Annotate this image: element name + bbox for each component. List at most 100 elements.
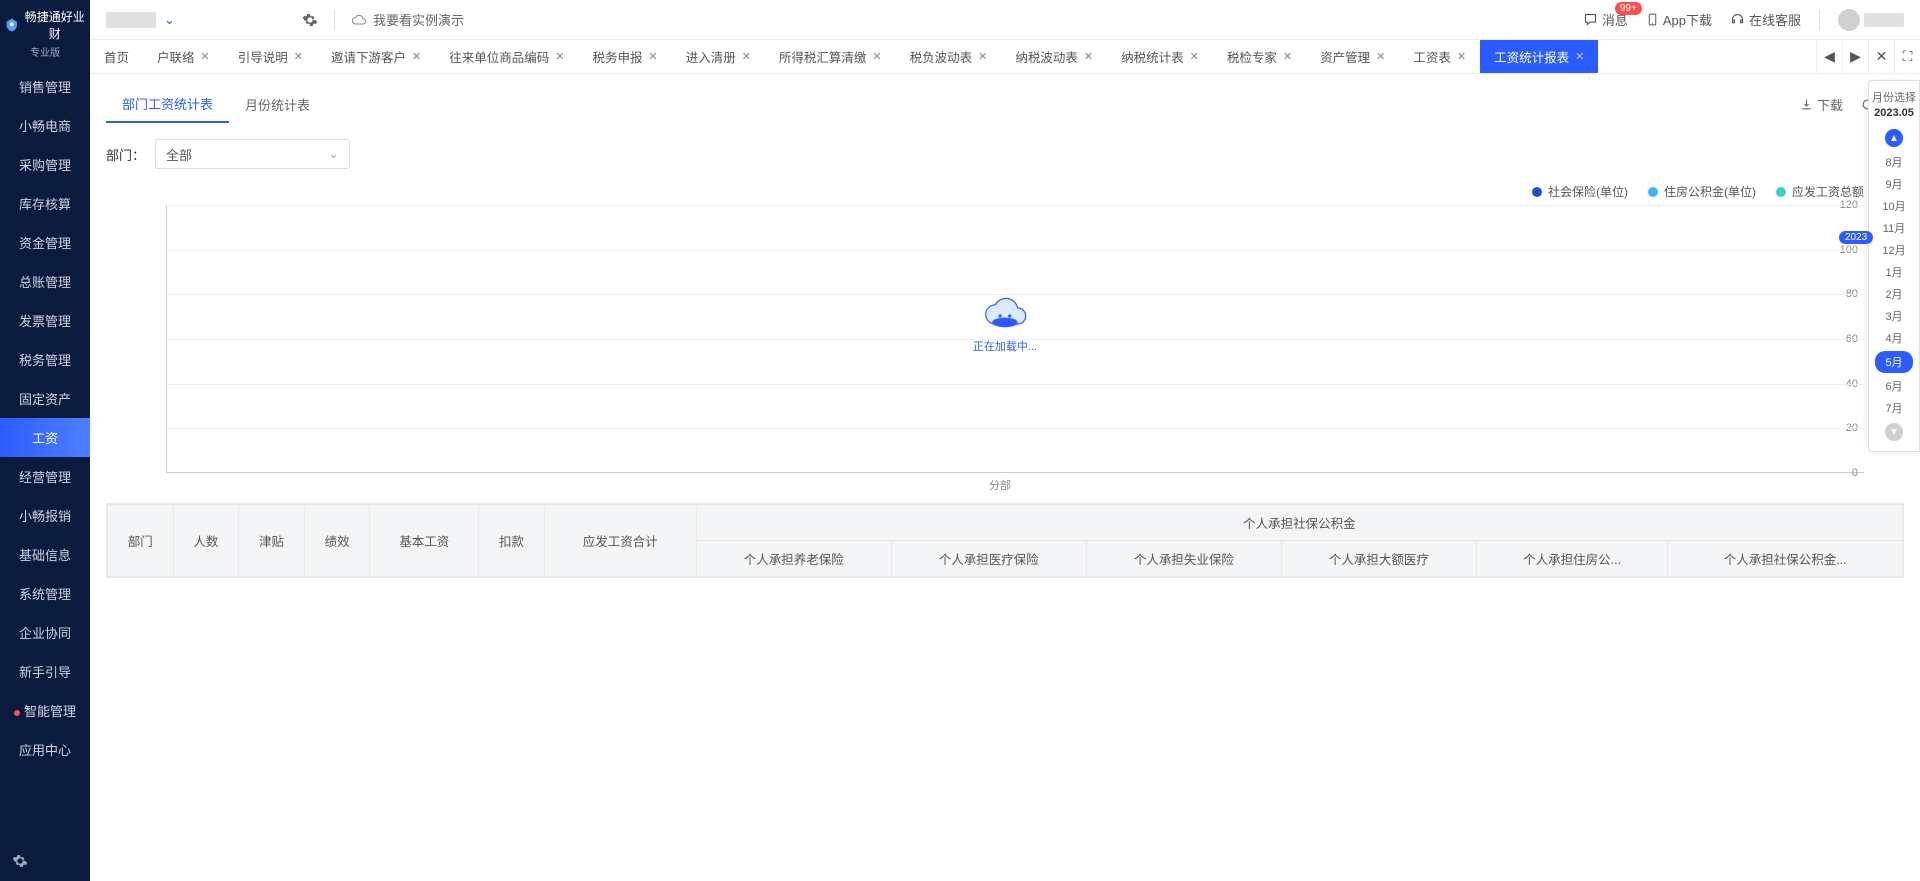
sidebar-item[interactable]: 销售管理 (0, 67, 90, 106)
tab-close[interactable]: ✕ (1190, 50, 1199, 63)
tab[interactable]: 进入清册✕ (672, 40, 765, 73)
tab[interactable]: 引导说明✕ (224, 40, 317, 73)
subtab[interactable]: 月份统计表 (229, 87, 326, 122)
tab-close[interactable]: ✕ (742, 50, 751, 63)
demo-link[interactable]: 我要看实例演示 (351, 10, 464, 29)
tab[interactable]: 纳税统计表✕ (1107, 40, 1213, 73)
tab-close[interactable]: ✕ (294, 50, 303, 63)
month-option[interactable]: 8月 (1869, 151, 1919, 173)
month-option[interactable]: 10月 (1869, 195, 1919, 217)
sidebar-item[interactable]: 应用中心 (0, 730, 90, 769)
legend-item[interactable]: 应发工资总额 (1776, 183, 1864, 200)
customer-service-button[interactable]: 在线客服 (1730, 10, 1801, 29)
month-option[interactable]: 12月 (1869, 239, 1919, 261)
tab-close[interactable]: ✕ (648, 50, 657, 63)
tab-close[interactable]: ✕ (872, 50, 881, 63)
org-selector[interactable]: ⌄ (106, 12, 286, 28)
tab-close[interactable]: ✕ (1283, 50, 1292, 63)
legend-label: 应发工资总额 (1792, 183, 1864, 200)
dept-select[interactable]: 全部 ⌄ (155, 139, 350, 169)
tab[interactable]: 户联络✕ (143, 40, 224, 73)
tab[interactable]: 邀请下游客户✕ (317, 40, 435, 73)
download-button[interactable]: 下载 (1800, 95, 1843, 114)
tab-close[interactable]: ✕ (1376, 50, 1385, 63)
tab-close[interactable]: ✕ (555, 50, 564, 63)
sidebar-item[interactable]: 发票管理 (0, 301, 90, 340)
tab-close[interactable]: ✕ (1575, 50, 1584, 63)
table-header: 部门 (108, 505, 174, 577)
table-header: 个人承担养老保险 (696, 541, 891, 577)
month-option[interactable]: 2月 (1869, 283, 1919, 305)
divider (1819, 10, 1820, 30)
tabs-scroll-right[interactable]: ▶ (1842, 40, 1868, 74)
grid-line (166, 384, 1864, 385)
app-download-button[interactable]: App下载 (1646, 10, 1712, 29)
sidebar-item[interactable]: 库存核算 (0, 184, 90, 223)
sidebar-item[interactable]: 工资 (0, 418, 90, 457)
tab-close[interactable]: ✕ (201, 50, 210, 63)
chevron-down-icon: ⌄ (328, 146, 339, 162)
month-option[interactable]: 5月 (1875, 351, 1913, 373)
month-panel-down[interactable]: ▼ (1885, 423, 1903, 441)
sidebar-item[interactable]: 总账管理 (0, 262, 90, 301)
tab[interactable]: 工资统计报表✕ (1480, 40, 1598, 73)
legend-item[interactable]: 住房公积金(单位) (1648, 183, 1756, 200)
tab-close[interactable]: ✕ (412, 50, 421, 63)
month-option[interactable]: 3月 (1869, 305, 1919, 327)
divider (334, 10, 335, 30)
tab[interactable]: 税务申报✕ (578, 40, 671, 73)
month-option[interactable]: 6月 (1869, 375, 1919, 397)
tab[interactable]: 所得税汇算清缴✕ (765, 40, 896, 73)
tab[interactable]: 首页 (90, 40, 143, 73)
tab[interactable]: 税负波动表✕ (896, 40, 1002, 73)
avatar (1838, 9, 1860, 31)
tab[interactable]: 往来单位商品编码✕ (435, 40, 578, 73)
tabs-close-all[interactable]: ✕ (1868, 40, 1894, 74)
sidebar-item[interactable]: 经营管理 (0, 457, 90, 496)
sidebar-item[interactable]: 固定资产 (0, 379, 90, 418)
sidebar-item[interactable]: 智能管理 (0, 691, 90, 730)
sidebar-item[interactable]: 系统管理 (0, 574, 90, 613)
tab-close[interactable]: ✕ (1084, 50, 1093, 63)
table-header: 应发工资合计 (544, 505, 696, 577)
month-panel-up[interactable]: ▲ (1885, 129, 1903, 147)
y-tick: 0 (1852, 467, 1858, 479)
sidebar-item[interactable]: 基础信息 (0, 535, 90, 574)
data-table: 部门人数津贴绩效基本工资扣款应发工资合计个人承担社保公积金个人承担养老保险个人承… (106, 503, 1904, 578)
sidebar-item[interactable]: 税务管理 (0, 340, 90, 379)
tab[interactable]: 工资表✕ (1399, 40, 1480, 73)
tab-close[interactable]: ✕ (1457, 50, 1466, 63)
x-axis (166, 472, 1864, 473)
sidebar-item[interactable]: 企业协同 (0, 613, 90, 652)
sidebar-item[interactable]: 小畅报销 (0, 496, 90, 535)
month-option[interactable]: 9月 (1869, 173, 1919, 195)
month-option[interactable]: 1月 (1869, 261, 1919, 283)
tabs-scroll-left[interactable]: ◀ (1816, 40, 1842, 74)
fullscreen-button[interactable]: ⛶ (1894, 40, 1920, 74)
legend-label: 社会保险(单位) (1548, 183, 1628, 200)
subtab[interactable]: 部门工资统计表 (106, 86, 229, 123)
sidebar-settings[interactable] (0, 841, 90, 881)
tab[interactable]: 纳税波动表✕ (1001, 40, 1107, 73)
org-settings-button[interactable] (302, 12, 318, 28)
month-option[interactable]: 7月 (1869, 397, 1919, 419)
gear-icon (302, 12, 318, 28)
tab-close[interactable]: ✕ (978, 50, 987, 63)
month-panel-year-pill: 2023 (1839, 231, 1873, 244)
month-option[interactable]: 4月 (1869, 327, 1919, 349)
messages-button[interactable]: 消息 99+ (1583, 10, 1628, 29)
month-option[interactable]: 11月 (1869, 217, 1919, 239)
sidebar-item[interactable]: 采购管理 (0, 145, 90, 184)
tab-label: 税检专家 (1227, 47, 1277, 66)
sidebar-item[interactable]: 资金管理 (0, 223, 90, 262)
sidebar-item[interactable]: 新手引导 (0, 652, 90, 691)
tab[interactable]: 资产管理✕ (1306, 40, 1399, 73)
user-menu[interactable] (1838, 9, 1904, 31)
table-header: 扣款 (479, 505, 545, 577)
table-header: 基本工资 (370, 505, 479, 577)
tab[interactable]: 税检专家 ✕ (1213, 40, 1306, 73)
x-axis-label: 分部 (989, 477, 1011, 493)
table-header: 津贴 (239, 505, 305, 577)
sidebar-item[interactable]: 小畅电商 (0, 106, 90, 145)
legend-item[interactable]: 社会保险(单位) (1532, 183, 1628, 200)
